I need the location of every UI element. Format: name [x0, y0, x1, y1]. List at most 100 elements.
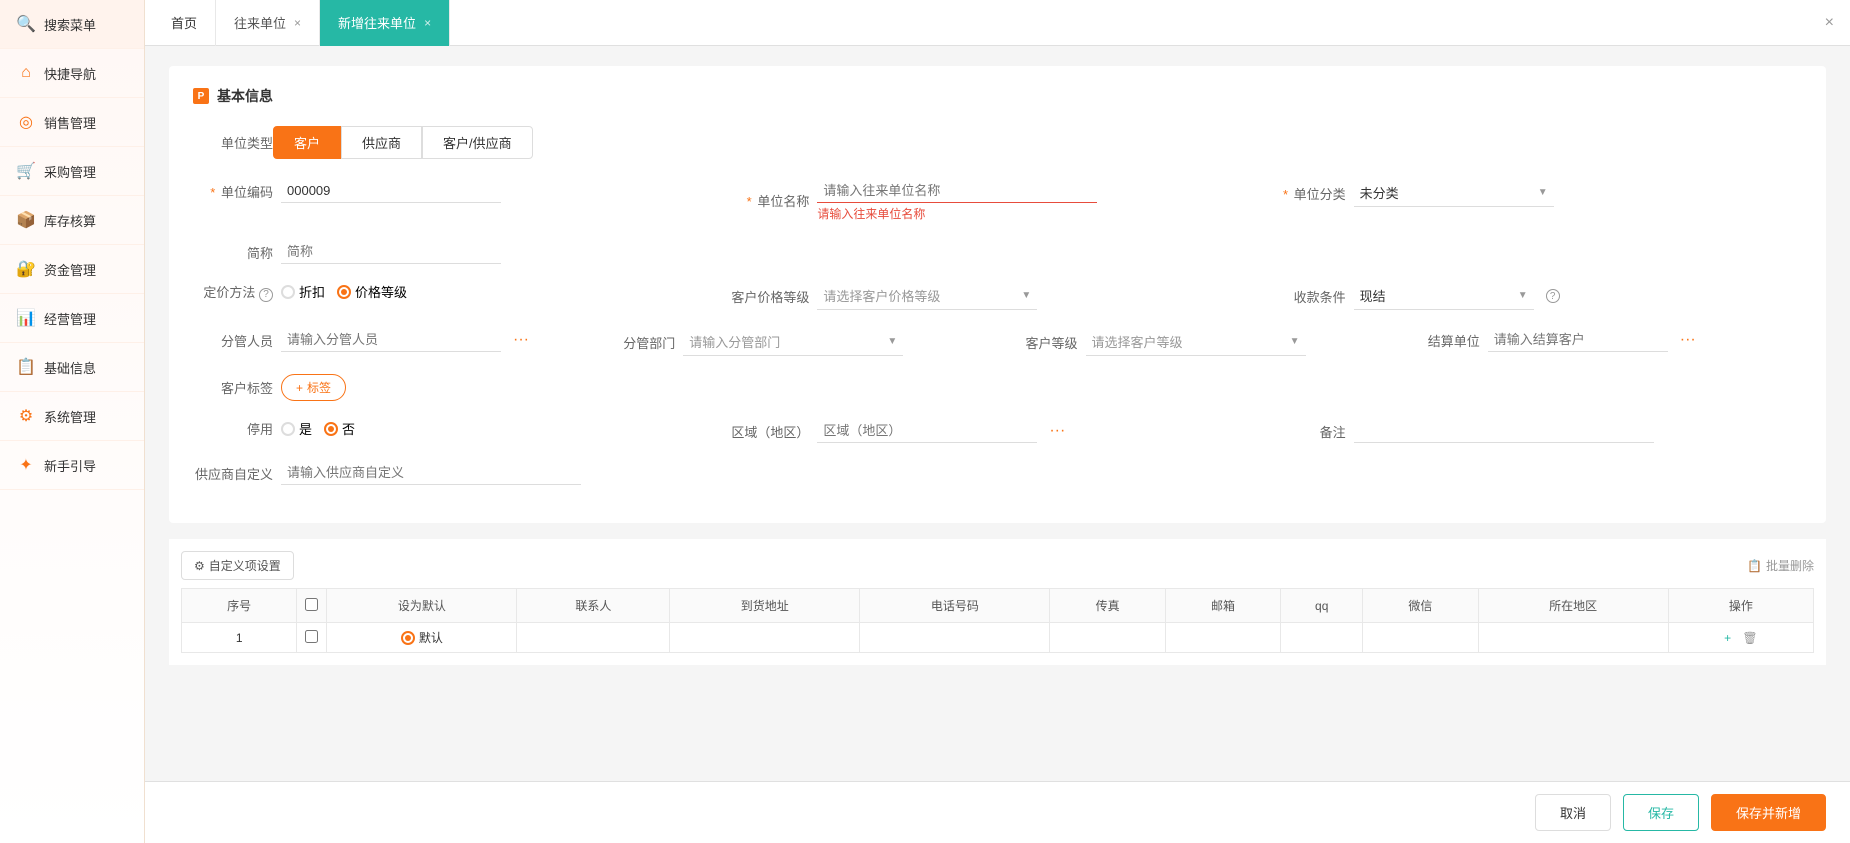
sidebar-label-guide: 新手引导: [44, 456, 96, 475]
sidebar-item-basic-info[interactable]: 📋 基础信息: [0, 343, 144, 392]
default-label: 默认: [419, 629, 443, 646]
sidebar-item-guide[interactable]: ✦ 新手引导: [0, 441, 144, 490]
settlement-input[interactable]: [1488, 328, 1668, 352]
tab-home[interactable]: 首页: [153, 0, 216, 46]
customer-price-chevron-icon: ▼: [1021, 290, 1031, 301]
row-add-button[interactable]: +: [1724, 631, 1731, 645]
region-input[interactable]: [817, 419, 1037, 443]
window-close-button[interactable]: ×: [1825, 14, 1834, 32]
sidebar-item-sales[interactable]: ◎ 销售管理: [0, 98, 144, 147]
select-all-checkbox[interactable]: [305, 598, 318, 611]
short-name-label: 简称: [193, 243, 273, 262]
default-radio[interactable]: [401, 631, 415, 645]
row-email: [1165, 623, 1280, 653]
sidebar-item-system[interactable]: ⚙ 系统管理: [0, 392, 144, 441]
tab-new-partner-close[interactable]: ×: [424, 16, 431, 30]
radio-yes-label: 是: [299, 419, 312, 438]
sidebar-item-operations[interactable]: 📊 经营管理: [0, 294, 144, 343]
tab-new-partner[interactable]: 新增往来单位 ×: [320, 0, 450, 46]
operations-icon: 📊: [16, 308, 36, 328]
radio-disabled-yes[interactable]: 是: [281, 419, 312, 438]
pricing-radio-group: 折扣 价格等级: [281, 282, 407, 301]
settlement-more-icon[interactable]: ···: [1676, 331, 1700, 349]
tag-label: 客户标签: [193, 378, 273, 397]
sidebar-item-purchase[interactable]: 🛒 采购管理: [0, 147, 144, 196]
dept-chevron-icon: ▼: [887, 336, 897, 347]
name-input[interactable]: [817, 179, 1097, 203]
col-index: 序号: [182, 589, 297, 623]
category-select[interactable]: 未分类 ▼: [1354, 179, 1554, 207]
sidebar-label-inventory: 库存核算: [44, 211, 96, 230]
row-code-name-category: * 单位编码 * 单位名称 请输入往来单位名称: [193, 179, 1802, 222]
col-fax: 传真: [1050, 589, 1165, 623]
row-region: [1478, 623, 1668, 653]
code-input[interactable]: [281, 179, 501, 203]
dept-select[interactable]: 请输入分管部门 ▼: [683, 328, 903, 356]
sidebar-item-search[interactable]: 🔍 搜索菜单: [0, 0, 144, 49]
radio-discount[interactable]: 折扣: [281, 282, 325, 301]
payment-selected-value: 现结: [1360, 286, 1514, 305]
save-button[interactable]: 保存: [1623, 794, 1699, 831]
remark-input[interactable]: [1354, 419, 1654, 443]
system-icon: ⚙: [16, 406, 36, 426]
sidebar-item-quick-nav[interactable]: ⌂ 快捷导航: [0, 49, 144, 98]
category-required-star: *: [1283, 187, 1288, 202]
customer-price-label: 客户价格等级: [729, 287, 809, 306]
radio-discount-label: 折扣: [299, 282, 325, 301]
manager-more-icon[interactable]: ···: [509, 331, 533, 349]
manager-input[interactable]: [281, 328, 501, 352]
tab-partner-list[interactable]: 往来单位 ×: [216, 0, 320, 46]
tab-partner-list-close[interactable]: ×: [294, 16, 301, 30]
category-label: * 单位分类: [1266, 184, 1346, 203]
row-checkbox[interactable]: [305, 630, 318, 643]
field-name: * 单位名称 请输入往来单位名称: [729, 179, 1265, 222]
field-category: * 单位分类 未分类 ▼: [1266, 179, 1802, 207]
supplier-custom-input[interactable]: [281, 461, 581, 485]
sidebar-label-sales: 销售管理: [44, 113, 96, 132]
btn-customer[interactable]: 客户: [273, 126, 341, 159]
settlement-label: 结算单位: [1400, 331, 1480, 350]
tab-home-label: 首页: [171, 13, 197, 32]
pricing-help-icon[interactable]: ?: [259, 288, 273, 302]
content-area: P 基本信息 单位类型 客户 供应商 客户/供应商 * 单位编码: [145, 46, 1850, 781]
radio-price-level-label: 价格等级: [355, 282, 407, 301]
row-contact: [517, 623, 670, 653]
payment-help-icon[interactable]: ?: [1546, 289, 1560, 303]
batch-delete-button[interactable]: 📋 批量删除: [1747, 557, 1814, 574]
col-address: 到货地址: [670, 589, 860, 623]
btn-both[interactable]: 客户/供应商: [422, 126, 533, 159]
row-wechat: [1363, 623, 1478, 653]
tag-plus-icon: +: [296, 381, 303, 395]
short-name-input[interactable]: [281, 240, 501, 264]
col-region: 所在地区: [1478, 589, 1668, 623]
row-delete-button[interactable]: 🗑: [1742, 631, 1757, 645]
field-code: * 单位编码: [193, 179, 729, 203]
basic-info-card: P 基本信息 单位类型 客户 供应商 客户/供应商 * 单位编码: [169, 66, 1826, 523]
disabled-radio-group: 是 否: [281, 419, 355, 438]
radio-price-level[interactable]: 价格等级: [337, 282, 407, 301]
row-supplier-custom: 供应商自定义: [193, 461, 1802, 485]
customer-level-select[interactable]: 请选择客户等级 ▼: [1086, 328, 1306, 356]
btn-supplier[interactable]: 供应商: [341, 126, 422, 159]
code-label: * 单位编码: [193, 182, 273, 201]
payment-select[interactable]: 现结 ▼: [1354, 282, 1534, 310]
table-row: 1 默认: [182, 623, 1814, 653]
sidebar: 🔍 搜索菜单 ⌂ 快捷导航 ◎ 销售管理 🛒 采购管理 📦 库存核算 🔐 资金管…: [0, 0, 145, 843]
region-more-icon[interactable]: ···: [1045, 422, 1069, 440]
field-supplier-custom: 供应商自定义: [193, 461, 1802, 485]
unit-type-label: 单位类型: [193, 133, 273, 152]
custom-settings-button[interactable]: ⚙ 自定义项设置: [181, 551, 294, 580]
sidebar-item-finance[interactable]: 🔐 资金管理: [0, 245, 144, 294]
radio-disabled-no[interactable]: 否: [324, 419, 355, 438]
sidebar-label-quick-nav: 快捷导航: [44, 64, 96, 83]
add-tag-button[interactable]: + 标签: [281, 374, 346, 401]
section-title: P 基本信息: [193, 86, 1802, 106]
sidebar-item-inventory[interactable]: 📦 库存核算: [0, 196, 144, 245]
sidebar-label-purchase: 采购管理: [44, 162, 96, 181]
col-default: 设为默认: [327, 589, 517, 623]
customer-price-select[interactable]: 请选择客户价格等级 ▼: [817, 282, 1037, 310]
save-new-button[interactable]: 保存并新增: [1711, 794, 1826, 831]
col-phone: 电话号码: [860, 589, 1050, 623]
tab-bar: 首页 往来单位 × 新增往来单位 × ×: [145, 0, 1850, 46]
cancel-button[interactable]: 取消: [1535, 794, 1611, 831]
